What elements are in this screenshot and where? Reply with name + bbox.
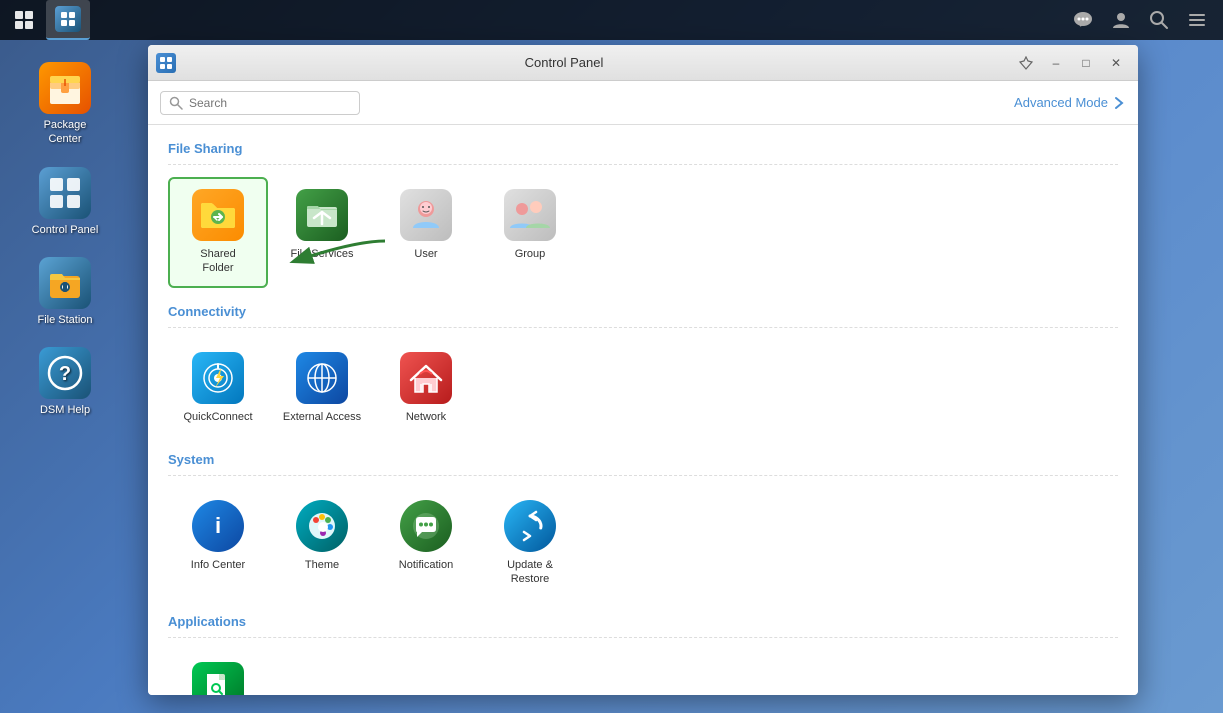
close-button[interactable]: ✕	[1102, 52, 1130, 74]
section-file-sharing: File Sharing	[168, 141, 1118, 288]
user-icon[interactable]	[1103, 2, 1139, 38]
search-box[interactable]	[160, 91, 360, 115]
chat-icon[interactable]	[1065, 2, 1101, 38]
window-controls: – □ ✕	[1012, 52, 1130, 74]
network-label: Network	[406, 410, 446, 424]
window-title: Control Panel	[182, 55, 946, 70]
panel-icon-update-restore[interactable]: Update &Restore	[480, 488, 580, 599]
pin-button[interactable]	[1012, 52, 1040, 74]
desktop-icon-file-station-label: File Station	[37, 313, 92, 327]
maximize-button[interactable]: □	[1072, 52, 1100, 74]
section-connectivity: Connectivity	[168, 304, 1118, 436]
panel-icon-theme[interactable]: Theme	[272, 488, 372, 599]
quickconnect-icon-img	[192, 352, 244, 404]
svg-text:i: i	[215, 513, 221, 538]
panel-icon-notification[interactable]: Notification	[376, 488, 476, 599]
advanced-mode-label: Advanced Mode	[1014, 95, 1108, 110]
info-center-icon-img: i	[192, 500, 244, 552]
menu-icon[interactable]	[1179, 2, 1215, 38]
panel-icon-info-center[interactable]: i Info Center	[168, 488, 268, 599]
taskbar-control-panel[interactable]	[46, 0, 90, 40]
group-label: Group	[515, 247, 546, 261]
section-system: System i Info Center	[168, 452, 1118, 599]
panel-icon-group[interactable]: Group	[480, 177, 580, 288]
panel-icon-indexing-service[interactable]: Indexing Service	[168, 650, 268, 695]
section-connectivity-title: Connectivity	[168, 304, 1118, 328]
theme-icon-img	[296, 500, 348, 552]
quickconnect-label: QuickConnect	[183, 410, 252, 424]
notification-icon-img	[400, 500, 452, 552]
chevron-right-icon	[1112, 96, 1126, 110]
search-input[interactable]	[189, 96, 339, 110]
section-file-sharing-title: File Sharing	[168, 141, 1118, 165]
panel-icon-shared-folder[interactable]: SharedFolder	[168, 177, 268, 288]
external-access-label: External Access	[283, 410, 361, 424]
taskbar-left	[0, 0, 94, 40]
panel-icon-quickconnect[interactable]: QuickConnect	[168, 340, 268, 436]
section-applications: Applications	[168, 614, 1118, 695]
shared-folder-icon-img	[192, 189, 244, 241]
section-applications-title: Applications	[168, 614, 1118, 638]
notification-label: Notification	[399, 558, 453, 572]
desktop-icon-dsm-help[interactable]: ? DSM Help	[10, 341, 120, 423]
desktop-icon-control-panel-label: Control Panel	[32, 223, 99, 237]
desktop-icons: PackageCenter Control Panel	[0, 48, 130, 431]
taskbar-right	[1057, 2, 1223, 38]
shared-folder-label: SharedFolder	[200, 247, 235, 276]
desktop-icon-control-panel[interactable]: Control Panel	[10, 161, 120, 243]
window-content: File Sharing	[148, 125, 1138, 695]
section-system-title: System	[168, 452, 1118, 476]
network-icon-img	[400, 352, 452, 404]
control-panel-window: Control Panel – □ ✕	[148, 45, 1138, 695]
window-toolbar: Advanced Mode	[148, 81, 1138, 125]
indexing-service-icon-img	[192, 662, 244, 695]
applications-grid: Indexing Service	[168, 650, 1118, 695]
minimize-button[interactable]: –	[1042, 52, 1070, 74]
advanced-mode-button[interactable]: Advanced Mode	[1014, 95, 1126, 110]
svg-text:?: ?	[59, 363, 71, 385]
update-restore-label: Update &Restore	[507, 558, 553, 587]
window-titlebar: Control Panel – □ ✕	[148, 45, 1138, 81]
user-label: User	[414, 247, 437, 261]
external-access-icon-img	[296, 352, 348, 404]
desktop: PackageCenter Control Panel	[0, 0, 1223, 713]
taskbar	[0, 0, 1223, 40]
update-restore-icon-img	[504, 500, 556, 552]
desktop-icon-file-station[interactable]: File Station	[10, 251, 120, 333]
user-icon-img	[400, 189, 452, 241]
connectivity-grid: QuickConnect	[168, 340, 1118, 436]
desktop-icon-dsm-help-label: DSM Help	[40, 403, 90, 417]
window-app-icon	[156, 53, 176, 73]
desktop-icon-package-center-label: PackageCenter	[44, 118, 87, 147]
panel-icon-external-access[interactable]: External Access	[272, 340, 372, 436]
file-sharing-grid: SharedFolder	[168, 177, 1118, 288]
info-center-label: Info Center	[191, 558, 245, 572]
group-icon-img	[504, 189, 556, 241]
search-icon[interactable]	[1141, 2, 1177, 38]
desktop-icon-package-center[interactable]: PackageCenter	[10, 56, 120, 153]
annotation-arrow	[275, 231, 395, 291]
panel-icon-network[interactable]: Network	[376, 340, 476, 436]
system-grid: i Info Center	[168, 488, 1118, 599]
apps-button[interactable]	[4, 0, 44, 40]
theme-label: Theme	[305, 558, 339, 572]
search-box-icon	[169, 96, 183, 110]
